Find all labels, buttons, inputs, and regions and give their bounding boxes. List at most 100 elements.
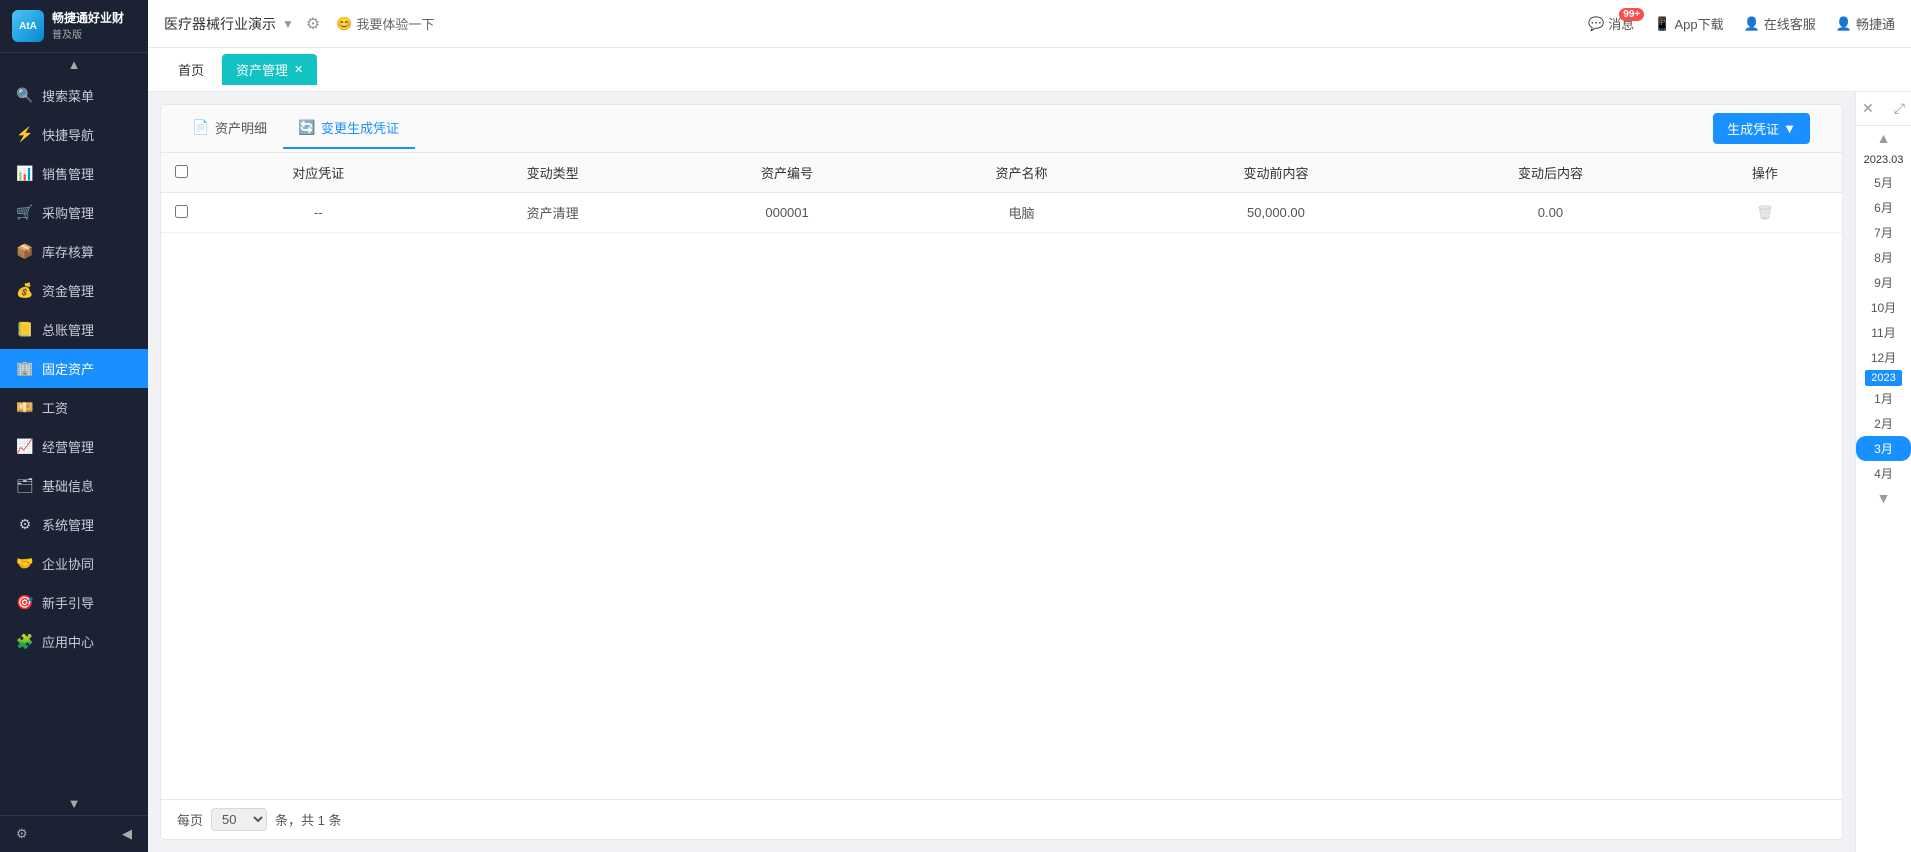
month-item-2[interactable]: 2月 xyxy=(1856,411,1911,436)
tabbar: 首页 资产管理 ✕ xyxy=(148,48,1911,92)
year-months-panel: ▲ 2023.03 5月 6月 7月 8月 9月 10月 11月 12月 202… xyxy=(1856,126,1911,510)
sidebar-item-finance[interactable]: 💰 资金管理 xyxy=(0,271,148,310)
table-header-before-change: 变动前内容 xyxy=(1139,153,1414,193)
sidebar-item-guide[interactable]: 🎯 新手引导 xyxy=(0,583,148,622)
topbar-feedback[interactable]: 😊 我要体验一下 xyxy=(336,14,434,33)
row-asset-name: 电脑 xyxy=(904,193,1138,233)
row-change-type: 资产清理 xyxy=(435,193,669,233)
sidebar-item-basic[interactable]: 🗂 基础信息 xyxy=(0,466,148,505)
fixedasset-icon: 🏢 xyxy=(16,360,34,378)
sidebar-item-ledger[interactable]: 📒 总账管理 xyxy=(0,310,148,349)
page-size-select[interactable]: 50 10 20 100 xyxy=(211,808,267,831)
select-all-checkbox[interactable] xyxy=(175,165,188,178)
month-item-3[interactable]: 3月 xyxy=(1856,436,1911,461)
change-voucher-table: 对应凭证 变动类型 资产编号 资产名称 xyxy=(161,153,1842,233)
topbar-company-selector[interactable]: 医疗器械行业演示 ▼ xyxy=(164,14,294,34)
row-asset-code: 000001 xyxy=(670,193,904,233)
sidebar-item-inventory[interactable]: 📦 库存核算 xyxy=(0,232,148,271)
tab-asset-mgmt[interactable]: 资产管理 ✕ xyxy=(222,54,317,85)
right-panel: ✕ ⤢ ▲ 2023.03 5月 6月 7月 8月 9月 10月 11月 12月… xyxy=(1855,92,1911,852)
company-dropdown-arrow: ▼ xyxy=(282,17,294,31)
months-scroll-down[interactable]: ▼ xyxy=(1873,486,1895,510)
logo-icon: AtA xyxy=(12,10,44,42)
month-item-11[interactable]: 11月 xyxy=(1856,320,1911,345)
sidebar-nav: 🔍 搜索菜单 ⚡ 快捷导航 📊 销售管理 🛒 采购管理 📦 库存核算 💰 资金管… xyxy=(0,76,148,792)
table-header-checkbox xyxy=(161,153,201,193)
row-checkbox-cell xyxy=(161,193,201,233)
feedback-smile-icon: 😊 xyxy=(336,16,352,32)
inventory-icon: 📦 xyxy=(16,243,34,261)
sidebar-scroll-down[interactable]: ▼ xyxy=(0,792,148,815)
user-profile-button[interactable]: 👤 畅捷通 xyxy=(1836,14,1895,33)
search-icon: 🔍 xyxy=(16,87,34,105)
quicknav-icon: ⚡ xyxy=(16,126,34,144)
sidebar-item-search[interactable]: 🔍 搜索菜单 xyxy=(0,76,148,115)
year-label-2023-03[interactable]: 2023.03 xyxy=(1864,150,1904,170)
table-row: -- 资产清理 000001 电脑 50,000.00 0.00 🗑 xyxy=(161,193,1842,233)
tab-close-icon[interactable]: ✕ xyxy=(294,63,303,76)
message-badge: 99+ xyxy=(1619,8,1644,21)
topbar: 医疗器械行业演示 ▼ ⚙ 😊 我要体验一下 💬 消息 99+ 📱 App下载 👤… xyxy=(148,0,1911,48)
sidebar-item-operations[interactable]: 📈 经营管理 xyxy=(0,427,148,466)
month-item-10[interactable]: 10月 xyxy=(1856,295,1911,320)
year-label-2023[interactable]: 2023 xyxy=(1865,370,1901,386)
row-checkbox[interactable] xyxy=(175,205,188,218)
customer-service-button[interactable]: 👤 在线客服 xyxy=(1744,14,1816,33)
logo-sub: 普及版 xyxy=(52,26,124,41)
sidebar-item-system[interactable]: ⚙ 系统管理 xyxy=(0,505,148,544)
delete-icon[interactable]: 🗑 xyxy=(1756,204,1774,220)
ledger-icon: 📒 xyxy=(16,321,34,339)
row-after-change: 0.00 xyxy=(1413,193,1688,233)
generate-voucher-button[interactable]: 生成凭证 ▼ xyxy=(1713,113,1810,144)
table-header-operation: 操作 xyxy=(1688,153,1842,193)
guide-icon: 🎯 xyxy=(16,594,34,612)
table-header-asset-code: 资产编号 xyxy=(670,153,904,193)
topbar-settings-icon[interactable]: ⚙ xyxy=(306,14,320,34)
row-voucher: -- xyxy=(201,193,435,233)
sidebar-item-appcenter[interactable]: 🧩 应用中心 xyxy=(0,622,148,661)
app-download-button[interactable]: 📱 App下载 xyxy=(1654,14,1723,33)
app-download-icon: 📱 xyxy=(1654,16,1670,32)
month-item-9[interactable]: 9月 xyxy=(1856,270,1911,295)
month-item-4[interactable]: 4月 xyxy=(1856,461,1911,486)
finance-icon: 💰 xyxy=(16,282,34,300)
sidebar-scroll-up[interactable]: ▲ xyxy=(0,53,148,76)
sidebar-item-salary[interactable]: 💴 工资 xyxy=(0,388,148,427)
appcenter-icon: 🧩 xyxy=(16,633,34,651)
purchase-icon: 🛒 xyxy=(16,204,34,222)
month-item-7[interactable]: 7月 xyxy=(1856,220,1911,245)
tab-home[interactable]: 首页 xyxy=(164,54,218,85)
months-scroll-up[interactable]: ▲ xyxy=(1873,126,1895,150)
main-content: 医疗器械行业演示 ▼ ⚙ 😊 我要体验一下 💬 消息 99+ 📱 App下载 👤… xyxy=(148,0,1911,852)
month-item-8[interactable]: 8月 xyxy=(1856,245,1911,270)
sales-icon: 📊 xyxy=(16,165,34,183)
month-item-6[interactable]: 6月 xyxy=(1856,195,1911,220)
sidebar-item-purchase[interactable]: 🛒 采购管理 xyxy=(0,193,148,232)
messages-button[interactable]: 💬 消息 99+ xyxy=(1588,14,1634,33)
right-panel-close-icon[interactable]: ✕ xyxy=(1862,100,1874,117)
sidebar-collapse-icon[interactable]: ◀ xyxy=(122,826,132,842)
month-item-12[interactable]: 12月 xyxy=(1856,345,1911,370)
pagination-total: 条，共 1 条 xyxy=(275,810,341,829)
sidebar-footer: ⚙ ◀ xyxy=(0,815,148,852)
settings-gear-icon[interactable]: ⚙ xyxy=(16,826,28,842)
table-header-change-type: 变动类型 xyxy=(435,153,669,193)
sidebar-item-enterprise[interactable]: 🤝 企业协同 xyxy=(0,544,148,583)
enterprise-icon: 🤝 xyxy=(16,555,34,573)
basic-icon: 🗂 xyxy=(16,477,34,495)
sidebar-item-quicknav[interactable]: ⚡ 快捷导航 xyxy=(0,115,148,154)
subtab-change-voucher[interactable]: 🔄 变更生成凭证 xyxy=(283,108,415,149)
subtab-asset-detail[interactable]: 📄 资产明细 xyxy=(177,108,283,149)
right-panel-header: ✕ ⤢ xyxy=(1856,92,1911,126)
right-panel-expand-icon[interactable]: ⤢ xyxy=(1894,100,1905,117)
page-size-label: 每页 xyxy=(177,810,203,829)
month-item-1[interactable]: 1月 xyxy=(1856,386,1911,411)
table-footer: 每页 50 10 20 100 条，共 1 条 xyxy=(161,799,1842,839)
change-voucher-icon: 🔄 xyxy=(299,120,315,136)
logo-text: 畅捷通好业财 xyxy=(52,11,124,27)
sidebar-item-fixedasset[interactable]: 🏢 固定资产 xyxy=(0,349,148,388)
sidebar: AtA 畅捷通好业财 普及版 ▲ 🔍 搜索菜单 ⚡ 快捷导航 📊 销售管理 🛒 … xyxy=(0,0,148,852)
sidebar-item-sales[interactable]: 📊 销售管理 xyxy=(0,154,148,193)
month-item-5[interactable]: 5月 xyxy=(1856,170,1911,195)
user-icon: 👤 xyxy=(1836,16,1852,32)
